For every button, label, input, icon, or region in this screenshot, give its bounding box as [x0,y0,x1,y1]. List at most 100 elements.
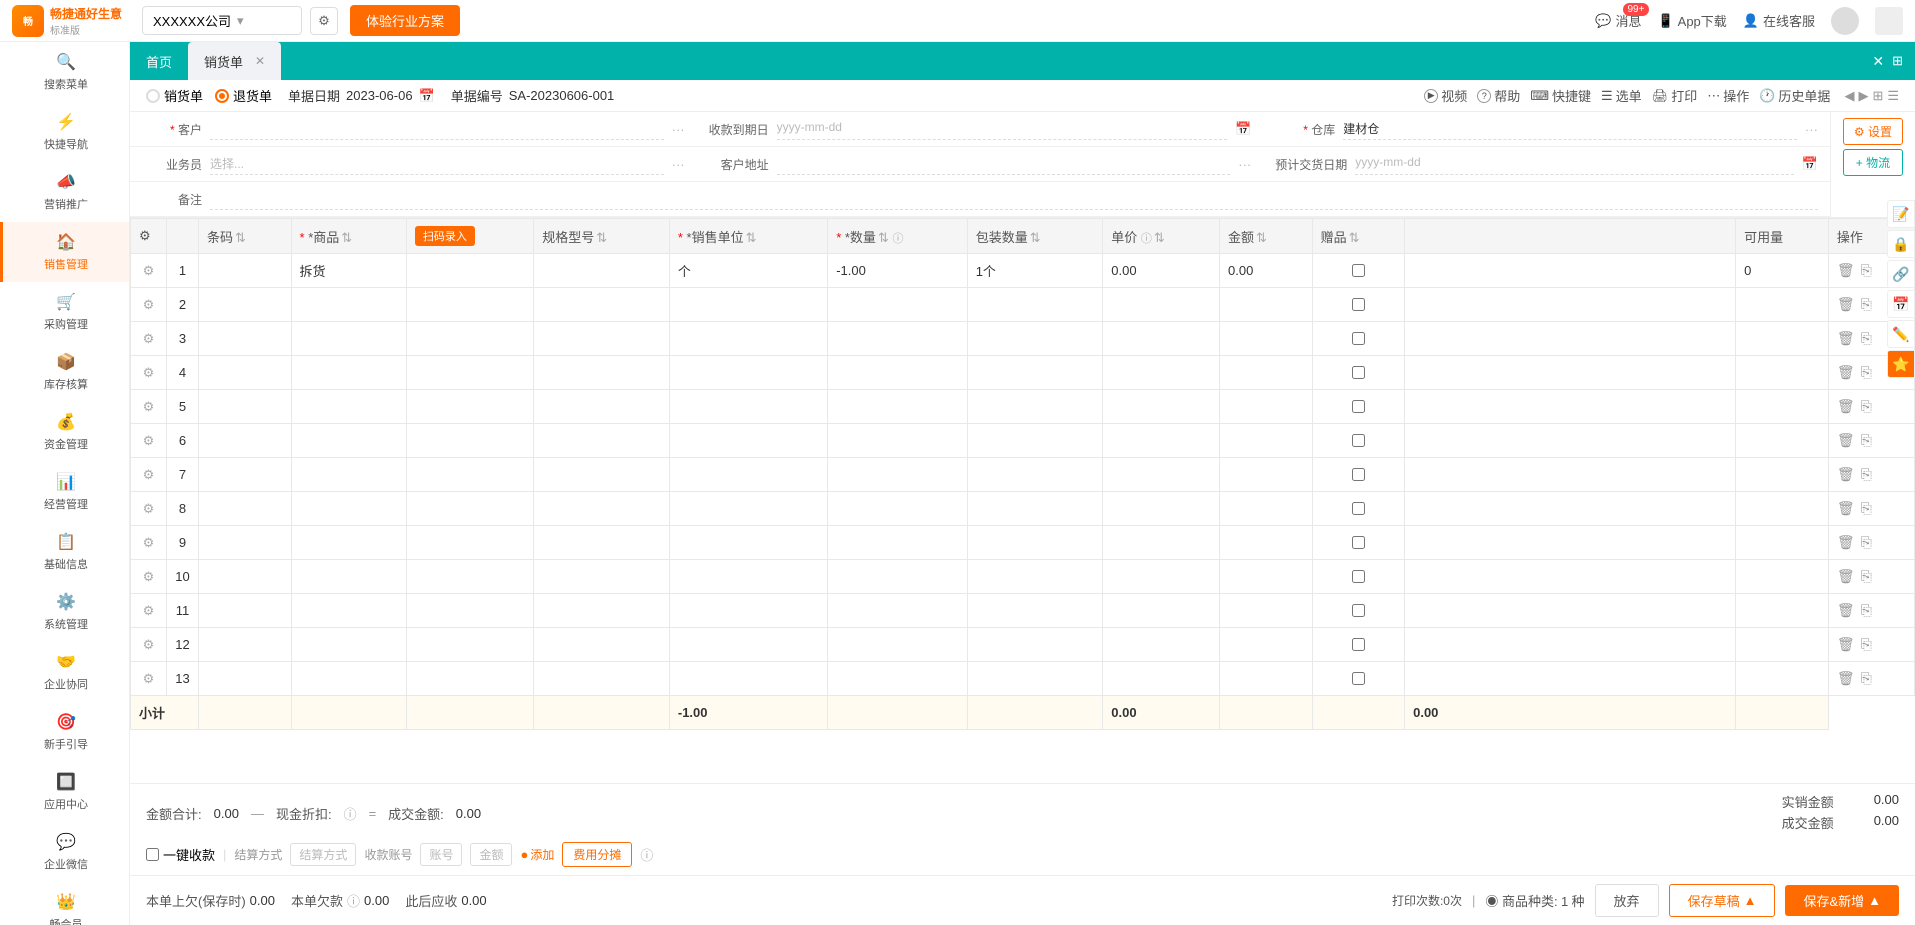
print-btn[interactable]: 🖨 打印 [1652,86,1698,105]
add-payment-btn[interactable]: ● 添加 [520,846,554,863]
cell-barcode-6[interactable] [199,458,292,492]
copy-icon-11[interactable]: ⎘ [1861,636,1872,653]
sidebar-item-purchase[interactable]: 🛒 采购管理 [0,282,129,342]
delete-icon-1[interactable]: 🗑 [1837,296,1855,313]
copy-icon-8[interactable]: ⎘ [1861,534,1872,551]
tab-close-all-btn[interactable]: ✕ [1872,53,1884,70]
float-btn-3[interactable]: 🔗 [1887,260,1915,288]
delete-icon-12[interactable]: 🗑 [1837,670,1855,687]
cell-spec-3[interactable] [534,356,670,390]
cell-gift-12[interactable] [1312,662,1405,696]
cell-barcode-0[interactable] [199,254,292,288]
cell-price-5[interactable] [1103,424,1220,458]
cell-amount-12[interactable] [1220,662,1313,696]
gift-checkbox-6[interactable] [1352,468,1365,481]
payment-due-calendar[interactable]: 📅 [1235,121,1251,137]
sidebar-item-wechat[interactable]: 💬 企业微信 [0,822,129,882]
cell-quantity-7[interactable] [828,492,968,526]
sidebar-item-guide[interactable]: 🎯 新手引导 [0,702,129,762]
app-download-btn[interactable]: 📱 App下载 [1657,11,1726,30]
cell-quantity-1[interactable] [828,288,968,322]
cell-quantity-3[interactable] [828,356,968,390]
delete-icon-9[interactable]: 🗑 [1837,568,1855,585]
cell-pack-10[interactable] [967,594,1103,628]
cell-price-0[interactable]: 0.00 [1103,254,1220,288]
cell-unit-2[interactable] [669,322,827,356]
row-settings-10[interactable]: ⚙ [131,594,167,628]
cell-pack-0[interactable]: 1个 [967,254,1103,288]
cell-gift-10[interactable] [1312,594,1405,628]
cell-unit-7[interactable] [669,492,827,526]
row-settings-9[interactable]: ⚙ [131,560,167,594]
copy-icon-3[interactable]: ⎘ [1861,364,1872,381]
delete-icon-11[interactable]: 🗑 [1837,636,1855,653]
one-click-payment-check[interactable]: 一键收款 [146,845,215,864]
tab-expand-btn[interactable]: ⊞ [1892,53,1903,69]
delete-icon-3[interactable]: 🗑 [1837,364,1855,381]
cell-spec-5[interactable] [534,424,670,458]
cell-gift-3[interactable] [1312,356,1405,390]
cell-barcode-4[interactable] [199,390,292,424]
row-settings-6[interactable]: ⚙ [131,458,167,492]
addr-dots[interactable]: ··· [1238,157,1251,172]
copy-icon-1[interactable]: ⎘ [1861,296,1872,313]
cell-price-4[interactable] [1103,390,1220,424]
cell-amount-1[interactable] [1220,288,1313,322]
cell-price-2[interactable] [1103,322,1220,356]
row-settings-8[interactable]: ⚙ [131,526,167,560]
cell-amount-10[interactable] [1220,594,1313,628]
message-btn[interactable]: 💬 消息 99+ [1595,11,1641,30]
actions-btn[interactable]: ⋯ 操作 [1707,86,1749,105]
cell-barcode-10[interactable] [199,594,292,628]
cell-pack-4[interactable] [967,390,1103,424]
grid-view-btn[interactable]: ⊞ [1872,88,1883,104]
gift-checkbox-1[interactable] [1352,298,1365,311]
cell-product-10[interactable] [291,594,406,628]
shortcut-btn[interactable]: ⌨ 快捷键 [1530,86,1591,105]
cell-amount-0[interactable]: 0.00 [1220,254,1313,288]
cell-gift-11[interactable] [1312,628,1405,662]
discard-btn[interactable]: 放弃 [1595,884,1659,917]
cell-gift-9[interactable] [1312,560,1405,594]
cell-pack-3[interactable] [967,356,1103,390]
copy-icon-0[interactable]: ⎘ [1861,262,1872,279]
tab-close-btn[interactable]: ✕ [255,54,265,68]
cell-product-8[interactable] [291,526,406,560]
list-view-btn[interactable]: ☰ [1887,88,1899,104]
cell-product-9[interactable] [291,560,406,594]
cell-product-11[interactable] [291,628,406,662]
one-click-payment-checkbox[interactable] [146,848,159,861]
float-btn-2[interactable]: 🔒 [1887,230,1915,258]
sidebar-item-collab[interactable]: 🤝 企业协同 [0,642,129,702]
avatar-btn[interactable] [1875,7,1903,35]
delete-icon-8[interactable]: 🗑 [1837,534,1855,551]
cell-pack-8[interactable] [967,526,1103,560]
copy-icon-9[interactable]: ⎘ [1861,568,1872,585]
amount-input[interactable]: 金额 [470,843,512,866]
cell-unit-1[interactable] [669,288,827,322]
cell-unit-11[interactable] [669,628,827,662]
row-settings-0[interactable]: ⚙ [131,254,167,288]
th-scan-btn[interactable]: 扫码录入 [406,219,533,254]
tab-sales-order[interactable]: 销货单 ✕ [188,42,281,80]
row-settings-7[interactable]: ⚙ [131,492,167,526]
cell-barcode-2[interactable] [199,322,292,356]
copy-icon-10[interactable]: ⎘ [1861,602,1872,619]
cell-price-6[interactable] [1103,458,1220,492]
cell-barcode-11[interactable] [199,628,292,662]
sidebar-item-member[interactable]: 👑 畅会员 [0,882,129,925]
cell-price-8[interactable] [1103,526,1220,560]
gift-checkbox-10[interactable] [1352,604,1365,617]
cell-unit-6[interactable] [669,458,827,492]
cell-gift-2[interactable] [1312,322,1405,356]
cell-gift-6[interactable] [1312,458,1405,492]
cell-unit-3[interactable] [669,356,827,390]
cell-product-12[interactable] [291,662,406,696]
cell-spec-8[interactable] [534,526,670,560]
cell-spec-6[interactable] [534,458,670,492]
sidebar-item-operation[interactable]: 📊 经营管理 [0,462,129,522]
cell-amount-11[interactable] [1220,628,1313,662]
row-settings-3[interactable]: ⚙ [131,356,167,390]
cell-product-0[interactable]: 拆货 [291,254,406,288]
cell-unit-8[interactable] [669,526,827,560]
